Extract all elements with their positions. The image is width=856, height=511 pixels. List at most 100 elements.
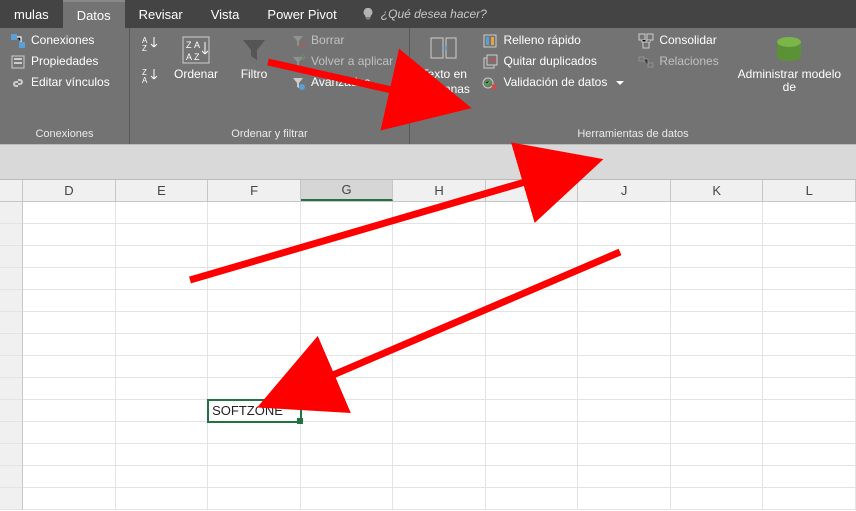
- cell[interactable]: [763, 422, 856, 444]
- column-header-H[interactable]: H: [393, 180, 486, 201]
- cell[interactable]: [393, 444, 486, 466]
- cell[interactable]: [23, 444, 116, 466]
- cell[interactable]: [301, 290, 394, 312]
- cell[interactable]: [486, 488, 579, 510]
- column-header-J[interactable]: J: [578, 180, 671, 201]
- cell[interactable]: [763, 444, 856, 466]
- cell[interactable]: [393, 488, 486, 510]
- cell[interactable]: [578, 488, 671, 510]
- cell[interactable]: [763, 312, 856, 334]
- cell[interactable]: [763, 378, 856, 400]
- volver-aplicar-button[interactable]: Volver a aplicar: [288, 53, 395, 71]
- consolidar-button[interactable]: Consolidar: [636, 32, 720, 50]
- cell[interactable]: [208, 268, 301, 290]
- cell[interactable]: [393, 356, 486, 378]
- tab-formulas-cut[interactable]: mulas: [0, 0, 63, 28]
- column-header-E[interactable]: E: [116, 180, 209, 201]
- cell[interactable]: [671, 378, 764, 400]
- column-header-G[interactable]: G: [301, 180, 394, 201]
- cell[interactable]: [486, 400, 579, 422]
- cell[interactable]: [393, 312, 486, 334]
- cell[interactable]: [393, 246, 486, 268]
- cell[interactable]: [116, 268, 209, 290]
- cell[interactable]: [208, 202, 301, 224]
- cell[interactable]: [578, 356, 671, 378]
- cell[interactable]: [208, 356, 301, 378]
- cell[interactable]: [486, 466, 579, 488]
- cell[interactable]: [301, 312, 394, 334]
- cell[interactable]: [208, 334, 301, 356]
- row-header[interactable]: [0, 246, 23, 268]
- cell[interactable]: [671, 268, 764, 290]
- cell[interactable]: [116, 356, 209, 378]
- cell[interactable]: [763, 466, 856, 488]
- tab-powerpivot[interactable]: Power Pivot: [253, 0, 350, 28]
- cell[interactable]: [486, 378, 579, 400]
- tab-revisar[interactable]: Revisar: [125, 0, 197, 28]
- row-header[interactable]: [0, 356, 23, 378]
- cell[interactable]: [23, 488, 116, 510]
- ordenar-button[interactable]: ZAAZ Ordenar: [172, 32, 220, 83]
- cell[interactable]: [763, 246, 856, 268]
- cell[interactable]: [23, 422, 116, 444]
- row-header[interactable]: [0, 466, 23, 488]
- cell[interactable]: [301, 400, 394, 422]
- cell[interactable]: [23, 246, 116, 268]
- cell[interactable]: [578, 202, 671, 224]
- cell[interactable]: [208, 378, 301, 400]
- cell[interactable]: [671, 400, 764, 422]
- cell[interactable]: [671, 246, 764, 268]
- cell[interactable]: [671, 466, 764, 488]
- borrar-button[interactable]: Borrar: [288, 32, 395, 50]
- cell[interactable]: [671, 290, 764, 312]
- cell[interactable]: [116, 246, 209, 268]
- relleno-rapido-button[interactable]: Relleno rápido: [480, 32, 626, 50]
- cell[interactable]: [301, 268, 394, 290]
- cell[interactable]: [486, 356, 579, 378]
- conexiones-button[interactable]: Conexiones: [8, 32, 112, 50]
- cell[interactable]: [116, 334, 209, 356]
- cell[interactable]: [763, 290, 856, 312]
- cell[interactable]: [578, 268, 671, 290]
- cell[interactable]: [393, 334, 486, 356]
- cell[interactable]: [23, 202, 116, 224]
- cell[interactable]: [578, 224, 671, 246]
- cell[interactable]: [671, 444, 764, 466]
- cell[interactable]: [393, 290, 486, 312]
- cell[interactable]: [208, 290, 301, 312]
- sort-desc-button[interactable]: ZA: [138, 64, 162, 86]
- avanzadas-button[interactable]: Avanzadas: [288, 74, 395, 92]
- cell[interactable]: [301, 224, 394, 246]
- cell[interactable]: [393, 466, 486, 488]
- cell[interactable]: [578, 378, 671, 400]
- cell[interactable]: [578, 466, 671, 488]
- tell-me-search[interactable]: ¿Qué desea hacer?: [361, 0, 487, 28]
- formula-bar-area[interactable]: [0, 144, 856, 180]
- row-header[interactable]: [0, 224, 23, 246]
- row-header[interactable]: [0, 202, 23, 224]
- cell[interactable]: [116, 202, 209, 224]
- cell[interactable]: [671, 224, 764, 246]
- row-header[interactable]: [0, 290, 23, 312]
- cell[interactable]: [116, 224, 209, 246]
- cell[interactable]: [208, 466, 301, 488]
- cell[interactable]: [23, 312, 116, 334]
- cell[interactable]: [301, 378, 394, 400]
- cell[interactable]: [763, 202, 856, 224]
- sort-asc-button[interactable]: AZ: [138, 32, 162, 54]
- cell[interactable]: [763, 400, 856, 422]
- row-header[interactable]: [0, 422, 23, 444]
- cell[interactable]: [486, 422, 579, 444]
- filtro-button[interactable]: Filtro: [230, 32, 278, 83]
- cell[interactable]: [671, 312, 764, 334]
- cell[interactable]: [301, 466, 394, 488]
- editar-vinculos-button[interactable]: Editar vínculos: [8, 74, 112, 92]
- cell[interactable]: [23, 466, 116, 488]
- cell[interactable]: [208, 444, 301, 466]
- active-cell[interactable]: SOFTZONE: [208, 400, 301, 422]
- cell[interactable]: [486, 444, 579, 466]
- cell[interactable]: [301, 356, 394, 378]
- cell[interactable]: [671, 356, 764, 378]
- column-header-F[interactable]: F: [208, 180, 301, 201]
- cell[interactable]: [578, 444, 671, 466]
